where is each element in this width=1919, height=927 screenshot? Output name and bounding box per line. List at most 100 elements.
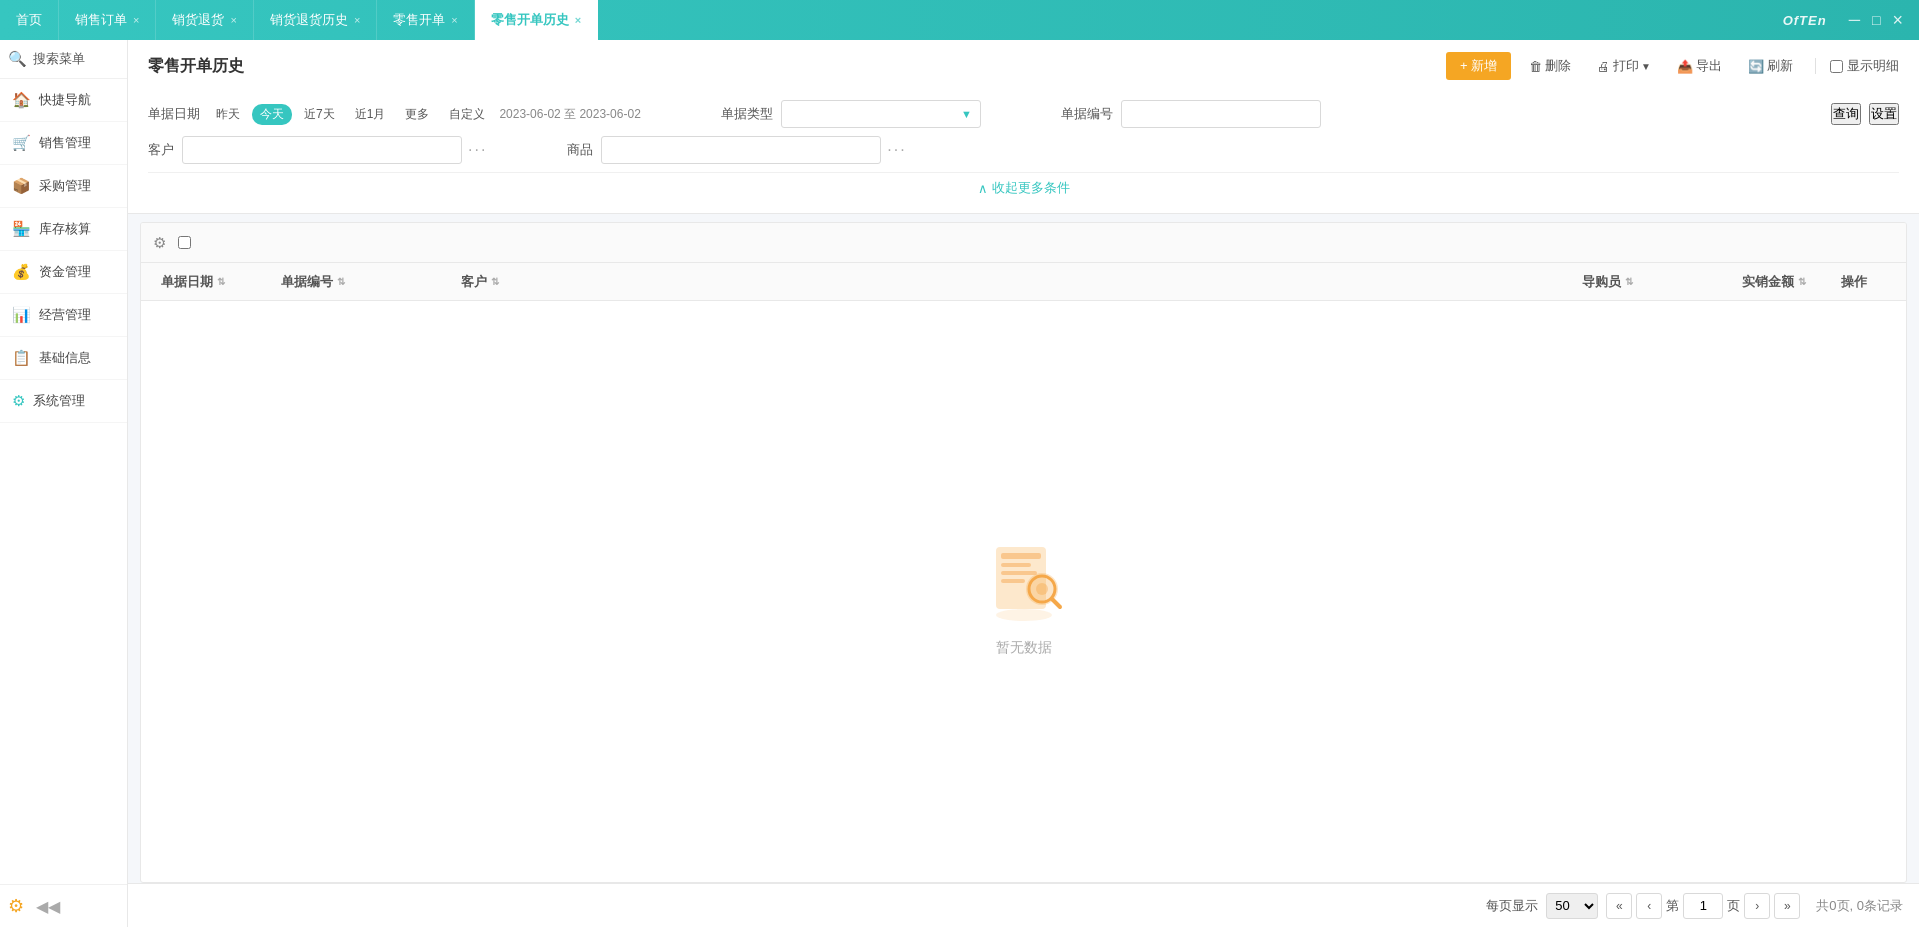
query-buttons: 查询 设置 bbox=[1831, 103, 1899, 125]
type-select[interactable]: ▼ bbox=[781, 100, 981, 128]
tab-sales-return-close[interactable]: × bbox=[230, 14, 236, 26]
tab-retail-order-history[interactable]: 零售开单历史 × bbox=[475, 0, 598, 40]
settings-gear-icon[interactable]: ⚙ bbox=[8, 895, 24, 917]
th-amount-label: 实销金额 bbox=[1742, 273, 1794, 291]
tab-sales-return-label: 销货退货 bbox=[172, 11, 224, 29]
th-op: 操作 bbox=[1814, 273, 1894, 291]
th-amount-sort[interactable]: ⇅ bbox=[1798, 276, 1806, 287]
sidebar-item-system[interactable]: ⚙ 系统管理 bbox=[0, 380, 127, 423]
date-label: 单据日期 bbox=[148, 105, 200, 123]
filter-row-2: 客户 ··· 商品 ··· bbox=[148, 136, 1899, 164]
settings-button[interactable]: 设置 bbox=[1869, 103, 1899, 125]
per-page-select[interactable]: 50 20 100 bbox=[1546, 893, 1598, 919]
tab-retail-order-history-close[interactable]: × bbox=[575, 14, 581, 26]
tab-sales-return[interactable]: 销货退货 × bbox=[156, 0, 253, 40]
prev-page-btn[interactable]: ‹ bbox=[1636, 893, 1662, 919]
print-icon: 🖨 bbox=[1597, 59, 1610, 74]
first-page-btn[interactable]: « bbox=[1606, 893, 1632, 919]
per-page-label: 每页显示 bbox=[1486, 897, 1538, 915]
sidebar-item-purchase[interactable]: 📦 采购管理 bbox=[0, 165, 127, 208]
page-title-bar: 零售开单历史 + 新增 🗑 删除 🖨 打印 ▼ 📤 导出 bbox=[148, 52, 1899, 80]
tab-retail-order-close[interactable]: × bbox=[451, 14, 457, 26]
th-guide-label: 导购员 bbox=[1582, 273, 1621, 291]
export-button[interactable]: 📤 导出 bbox=[1669, 53, 1730, 79]
sidebar-item-finance-label: 资金管理 bbox=[39, 263, 91, 281]
display-detail-label: 显示明细 bbox=[1847, 57, 1899, 75]
add-button[interactable]: + 新增 bbox=[1446, 52, 1511, 80]
display-detail-checkbox-wrapper[interactable]: 显示明细 bbox=[1830, 57, 1899, 75]
type-label: 单据类型 bbox=[721, 105, 773, 123]
top-nav: 首页 销售订单 × 销货退货 × 销货退货历史 × 零售开单 × 零售开单历史 … bbox=[0, 0, 1919, 40]
print-dropdown-icon[interactable]: ▼ bbox=[1641, 61, 1651, 72]
refresh-icon: 🔄 bbox=[1748, 59, 1764, 74]
date-options: 昨天 今天 近7天 近1月 更多 自定义 bbox=[208, 104, 493, 125]
print-button[interactable]: 🖨 打印 ▼ bbox=[1589, 53, 1659, 79]
th-customer-sort[interactable]: ⇅ bbox=[491, 276, 499, 287]
tab-sales-return-history-close[interactable]: × bbox=[354, 14, 360, 26]
th-customer[interactable]: 客户 ⇅ bbox=[453, 273, 1574, 291]
th-order-sort[interactable]: ⇅ bbox=[337, 276, 345, 287]
display-detail-checkbox[interactable] bbox=[1830, 60, 1843, 73]
delete-icon: 🗑 bbox=[1529, 59, 1542, 74]
date-opt-custom[interactable]: 自定义 bbox=[441, 104, 493, 125]
customer-input[interactable] bbox=[182, 136, 462, 164]
table-header: 单据日期 ⇅ 单据编号 ⇅ 客户 ⇅ 导购员 ⇅ 实销金额 ⇅ bbox=[141, 263, 1906, 301]
last-page-btn[interactable]: » bbox=[1774, 893, 1800, 919]
tab-sales-order-close[interactable]: × bbox=[133, 14, 139, 26]
sidebar-item-finance[interactable]: 💰 资金管理 bbox=[0, 251, 127, 294]
delete-button[interactable]: 🗑 删除 bbox=[1521, 53, 1579, 79]
date-opt-today[interactable]: 今天 bbox=[252, 104, 292, 125]
table-settings-icon[interactable]: ⚙ bbox=[153, 234, 166, 252]
customer-dots-btn[interactable]: ··· bbox=[468, 141, 487, 159]
content-area: 零售开单历史 + 新增 🗑 删除 🖨 打印 ▼ 📤 导出 bbox=[128, 40, 1919, 927]
order-no-input[interactable] bbox=[1121, 100, 1321, 128]
collapse-filter-btn[interactable]: ∧ 收起更多条件 bbox=[148, 172, 1899, 203]
select-all-checkbox[interactable] bbox=[178, 236, 191, 249]
th-guide[interactable]: 导购员 ⇅ bbox=[1574, 273, 1694, 291]
sidebar-item-inventory[interactable]: 🏪 库存核算 bbox=[0, 208, 127, 251]
sidebar-bottom: ⚙ ◀◀ bbox=[0, 884, 127, 927]
export-icon: 📤 bbox=[1677, 59, 1693, 74]
filter-row-1: 单据日期 昨天 今天 近7天 近1月 更多 自定义 2023-06-02 至 2… bbox=[148, 100, 1899, 128]
tab-retail-order[interactable]: 零售开单 × bbox=[377, 0, 474, 40]
date-opt-yesterday[interactable]: 昨天 bbox=[208, 104, 248, 125]
sidebar-search[interactable]: 🔍 搜索菜单 bbox=[0, 40, 127, 79]
sidebar-search-label: 搜索菜单 bbox=[33, 50, 85, 68]
query-button[interactable]: 查询 bbox=[1831, 103, 1861, 125]
goods-input[interactable] bbox=[601, 136, 881, 164]
date-opt-1month[interactable]: 近1月 bbox=[347, 104, 394, 125]
page-label: 第 bbox=[1666, 897, 1679, 915]
th-op-label: 操作 bbox=[1841, 273, 1867, 291]
th-date-sort[interactable]: ⇅ bbox=[217, 276, 225, 287]
cart-icon: 🛒 bbox=[12, 134, 31, 152]
empty-state: 暂无数据 bbox=[141, 301, 1906, 882]
page-nav: « ‹ 第 页 › » bbox=[1606, 893, 1800, 919]
collapse-icon: ∧ bbox=[978, 181, 988, 196]
sidebar-item-quick-nav[interactable]: 🏠 快捷导航 bbox=[0, 79, 127, 122]
svg-rect-3 bbox=[1001, 563, 1031, 567]
date-opt-7days[interactable]: 近7天 bbox=[296, 104, 343, 125]
next-page-btn[interactable]: › bbox=[1744, 893, 1770, 919]
th-date[interactable]: 单据日期 ⇅ bbox=[153, 273, 273, 291]
th-amount[interactable]: 实销金额 ⇅ bbox=[1694, 273, 1814, 291]
page-number-input[interactable] bbox=[1683, 893, 1723, 919]
tab-home[interactable]: 首页 bbox=[0, 0, 59, 40]
tab-sales-order[interactable]: 销售订单 × bbox=[59, 0, 156, 40]
filter-area: 单据日期 昨天 今天 近7天 近1月 更多 自定义 2023-06-02 至 2… bbox=[148, 90, 1899, 213]
table-toolbar: ⚙ bbox=[141, 223, 1906, 263]
th-order[interactable]: 单据编号 ⇅ bbox=[273, 273, 453, 291]
sidebar-item-sales[interactable]: 🛒 销售管理 bbox=[0, 122, 127, 165]
collapse-sidebar-icon[interactable]: ◀◀ bbox=[36, 897, 60, 916]
customer-label: 客户 bbox=[148, 141, 174, 159]
restore-btn[interactable]: □ bbox=[1872, 12, 1880, 28]
th-guide-sort[interactable]: ⇅ bbox=[1625, 276, 1633, 287]
tab-sales-return-history[interactable]: 销货退货历史 × bbox=[254, 0, 377, 40]
sidebar-item-manage[interactable]: 📊 经营管理 bbox=[0, 294, 127, 337]
refresh-button[interactable]: 🔄 刷新 bbox=[1740, 53, 1801, 79]
sidebar-item-basic-info[interactable]: 📋 基础信息 bbox=[0, 337, 127, 380]
sidebar-item-manage-label: 经营管理 bbox=[39, 306, 91, 324]
date-opt-more[interactable]: 更多 bbox=[397, 104, 437, 125]
minimize-btn[interactable]: ─ bbox=[1849, 11, 1860, 29]
goods-dots-btn[interactable]: ··· bbox=[887, 141, 906, 159]
close-btn[interactable]: × bbox=[1892, 10, 1903, 31]
